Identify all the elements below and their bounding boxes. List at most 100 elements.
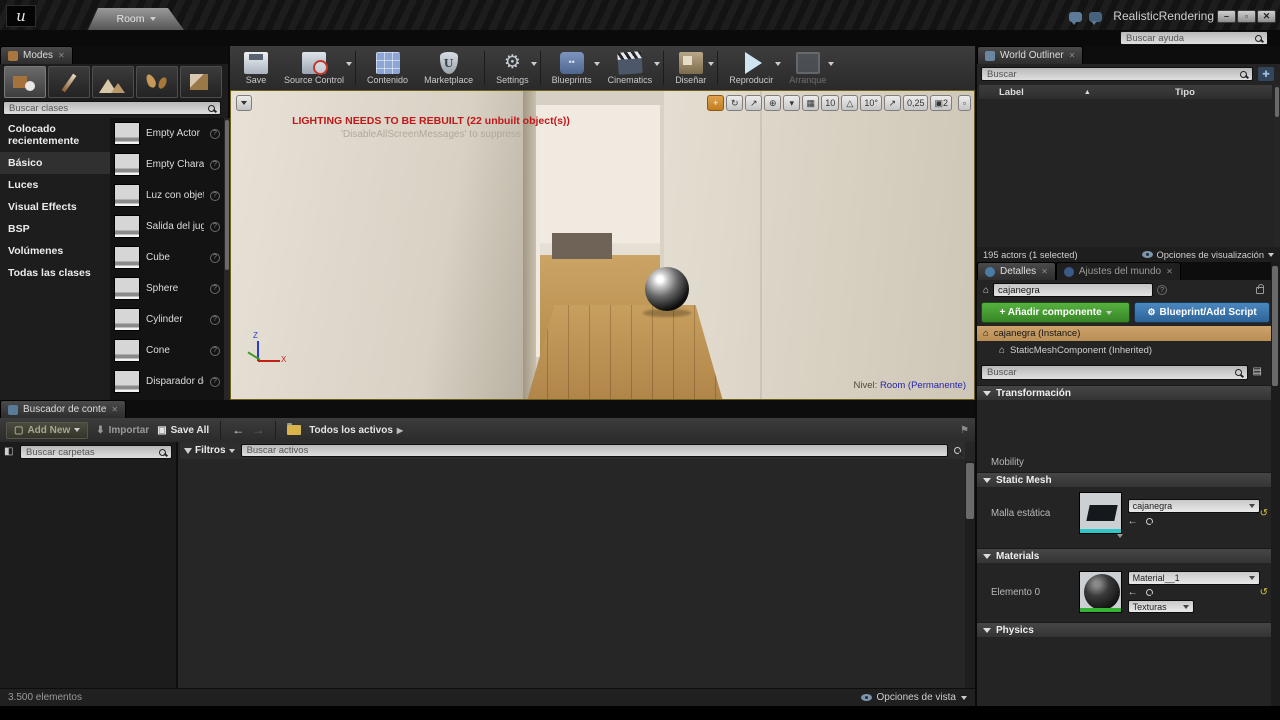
- outliner-header[interactable]: Label ▲ Tipo: [979, 85, 1272, 99]
- toolbar-arranque-button[interactable]: Arranque: [781, 50, 835, 86]
- component-row-instance[interactable]: ⌂ cajanegra (Instance): [977, 326, 1272, 341]
- browse-to-asset-icon[interactable]: ←: [1128, 516, 1138, 527]
- section-materials[interactable]: Materials: [977, 548, 1272, 563]
- toolbar-blueprints-button[interactable]: Blueprints: [544, 50, 600, 86]
- toolbar-marketplace-button[interactable]: U Marketplace: [416, 50, 481, 86]
- lock-icon[interactable]: [1256, 283, 1264, 294]
- browse-to-asset-icon[interactable]: ←: [1128, 587, 1138, 598]
- toolbar-settings-button[interactable]: ⚙ Settings: [488, 50, 537, 86]
- category-b-sico[interactable]: Básico: [0, 152, 110, 174]
- help-icon[interactable]: ?: [210, 128, 220, 139]
- details-scrollbar[interactable]: [1271, 262, 1280, 706]
- maximize-button[interactable]: ▫: [1237, 10, 1256, 23]
- placeable-luz-con-objetiv[interactable]: Luz con objetiv?: [110, 180, 224, 211]
- reset-icon[interactable]: ↺: [1260, 587, 1268, 598]
- tab-details[interactable]: Detalles ✕: [977, 262, 1056, 280]
- placeable-empty-actor[interactable]: Empty Actor?: [110, 118, 224, 149]
- component-row-staticmesh[interactable]: ⌂ StaticMeshComponent (Inherited): [977, 343, 1272, 358]
- mode-place-button[interactable]: [4, 66, 46, 98]
- close-button[interactable]: ✕: [1257, 10, 1276, 23]
- modes-search-input[interactable]: Buscar clases: [3, 101, 221, 115]
- column-type[interactable]: Tipo: [1175, 87, 1195, 98]
- find-icon[interactable]: [1145, 589, 1153, 596]
- save-all-button[interactable]: ▣ Save All: [157, 425, 209, 436]
- close-icon[interactable]: ✕: [1166, 267, 1173, 276]
- viewport[interactable]: ZX + ↻ ↗ ⊕ ▾ ▦ 10 △ 10° ↗ 0,25 ▣ 2 ▫ LIG…: [230, 90, 975, 400]
- section-transform[interactable]: Transformación: [977, 385, 1272, 400]
- translate-tool-button[interactable]: +: [707, 95, 725, 111]
- world-space-button[interactable]: ⊕: [764, 95, 782, 111]
- static-mesh-dropdown[interactable]: cajanegra: [1127, 499, 1260, 513]
- help-icon[interactable]: ?: [210, 376, 220, 387]
- close-icon[interactable]: ✕: [1069, 51, 1076, 60]
- report-icon[interactable]: [1089, 12, 1102, 25]
- help-icon[interactable]: ?: [210, 314, 220, 325]
- mode-paint-button[interactable]: [48, 66, 90, 98]
- static-mesh-thumbnail[interactable]: [1079, 492, 1122, 534]
- assets-search-input[interactable]: Buscar activos: [240, 444, 948, 457]
- details-search-input[interactable]: Buscar: [981, 365, 1248, 380]
- material-thumbnail[interactable]: [1079, 571, 1122, 613]
- toolbar-cinematics-button[interactable]: Cinematics: [600, 50, 661, 86]
- category-visual-effects[interactable]: Visual Effects: [0, 196, 110, 218]
- blueprint-add-script-button[interactable]: ⚙ Blueprint/Add Script: [1134, 302, 1270, 323]
- outliner-view-options[interactable]: Opciones de visualización: [1141, 250, 1274, 260]
- scale-snap-button[interactable]: ↗: [883, 95, 901, 111]
- outliner-search-input[interactable]: Buscar: [981, 67, 1253, 81]
- grid-snap-button[interactable]: ▦: [802, 95, 820, 111]
- add-filter-icon[interactable]: ✚: [1258, 67, 1274, 81]
- minimize-button[interactable]: –: [1217, 10, 1236, 23]
- surface-snap-button[interactable]: ▾: [783, 95, 801, 111]
- feedback-icon[interactable]: [1069, 12, 1082, 25]
- level-indicator-value[interactable]: Room (Permanente): [880, 380, 966, 391]
- tab-modes[interactable]: Modes ✕: [0, 46, 73, 64]
- category-bsp[interactable]: BSP: [0, 218, 110, 240]
- close-icon[interactable]: ✕: [58, 51, 65, 60]
- placeable-cylinder[interactable]: Cylinder?: [110, 304, 224, 335]
- find-icon[interactable]: [1145, 518, 1153, 525]
- rotate-tool-button[interactable]: ↻: [726, 95, 744, 111]
- level-tab-room[interactable]: Room: [88, 8, 184, 30]
- rotation-snap-button[interactable]: △: [841, 95, 859, 111]
- mode-geometry-button[interactable]: [180, 66, 222, 98]
- mode-landscape-button[interactable]: [92, 66, 134, 98]
- folders-search-input[interactable]: Buscar carpetas: [20, 445, 172, 459]
- help-icon[interactable]: ?: [210, 221, 220, 232]
- add-new-button[interactable]: ▢ Add New: [6, 421, 89, 439]
- category-vol-menes[interactable]: Volúmenes: [0, 240, 110, 262]
- category-colocado-recientemente[interactable]: Colocado recientemente: [0, 118, 110, 152]
- toolbar-contenido-button[interactable]: Contenido: [359, 50, 416, 86]
- collapse-sources-icon[interactable]: ◧: [4, 446, 13, 457]
- grid-snap-value[interactable]: 10: [821, 95, 840, 111]
- mode-foliage-button[interactable]: [136, 66, 178, 98]
- category-luces[interactable]: Luces: [0, 174, 110, 196]
- bookmark-icon[interactable]: ⚑: [960, 425, 969, 436]
- help-icon[interactable]: ?: [210, 159, 220, 170]
- scale-snap-value[interactable]: 0,25: [902, 95, 929, 111]
- toolbar-source-control-button[interactable]: Source Control: [276, 50, 353, 86]
- close-icon[interactable]: ✕: [111, 405, 118, 414]
- viewport-options-button[interactable]: [236, 95, 252, 111]
- add-component-button[interactable]: + Añadir componente: [981, 302, 1131, 323]
- help-icon[interactable]: ?: [1157, 285, 1168, 295]
- tab-world-settings[interactable]: Ajustes del mundo ✕: [1055, 262, 1181, 280]
- breadcrumb[interactable]: Todos los activos ▶: [309, 425, 403, 436]
- tab-content-browser[interactable]: Buscador de conte ✕: [0, 400, 127, 418]
- placeable-sphere[interactable]: Sphere?: [110, 273, 224, 304]
- asset-grid-scrollbar[interactable]: [965, 461, 975, 688]
- help-icon[interactable]: ?: [210, 345, 220, 356]
- outliner-scrollbar[interactable]: [1274, 85, 1280, 247]
- placeable-cube[interactable]: Cube?: [110, 242, 224, 273]
- help-search-input[interactable]: Buscar ayuda: [1120, 31, 1268, 45]
- help-icon[interactable]: ?: [210, 283, 220, 294]
- view-options-button[interactable]: Opciones de vista: [860, 692, 967, 703]
- section-static-mesh[interactable]: Static Mesh: [977, 472, 1272, 487]
- close-icon[interactable]: ✕: [1041, 267, 1048, 276]
- placeable-empty-charac[interactable]: Empty Charac?: [110, 149, 224, 180]
- placeable-disparador-de[interactable]: Disparador de?: [110, 366, 224, 397]
- forward-button[interactable]: →: [252, 423, 264, 437]
- list-view-icon[interactable]: ▤: [1253, 366, 1262, 377]
- camera-speed-button[interactable]: ▣ 2: [930, 95, 952, 111]
- section-physics[interactable]: Physics: [977, 622, 1272, 637]
- scene-chrome-sphere[interactable]: [645, 267, 689, 311]
